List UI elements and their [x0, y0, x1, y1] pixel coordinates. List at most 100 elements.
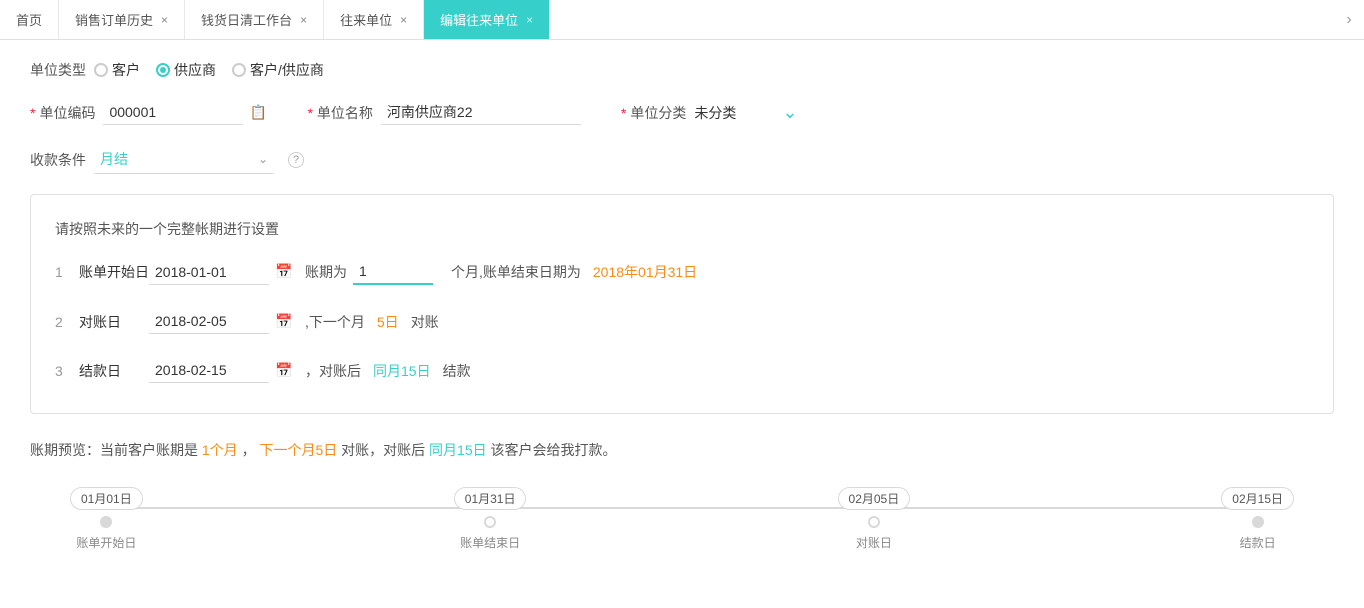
timeline-line [90, 507, 1274, 509]
timeline: 01月01日账单开始日 01月31日账单结束日 02月05日对账日 02月15日结款日 [30, 487, 1334, 551]
tab-sales-history[interactable]: 销售订单历史× [59, 0, 185, 39]
node-sub-label-2: 对账日 [856, 534, 892, 551]
unit-info-row: * 单位编码 📋 * 单位名称 * 单位分类 未分类 ⌄ [30, 100, 1334, 125]
node-badge-3: 02月15日 [1221, 487, 1294, 510]
unit-type-item: 单位类型 客户 供应商 客户/供应商 [30, 60, 324, 80]
period-row-1: 1 账单开始日 📅 账期为 个月,账单结束日期为 2018年01月31日 [55, 259, 1309, 285]
node-sub-label-3: 结款日 [1240, 534, 1276, 551]
period-row-2: 2 对账日 📅 ,下一个月 5日 对账 [55, 309, 1309, 334]
period-num-1: 1 [55, 264, 79, 280]
timeline-nodes: 01月01日账单开始日 01月31日账单结束日 02月05日对账日 02月15日结款日 [70, 487, 1294, 551]
radio-supplier[interactable]: 供应商 [156, 60, 216, 80]
unit-name-label: 单位名称 [317, 103, 373, 123]
calendar-icon-3[interactable]: 📅 [275, 362, 293, 380]
radio-label-supplier: 供应商 [174, 60, 216, 80]
node-sub-label-0: 账单开始日 [76, 534, 136, 551]
tab-close-sales-history[interactable]: × [161, 13, 168, 27]
period-row-3: 3 结款日 📅 ，对账后 同月15日 结款 [55, 358, 1309, 383]
radio-label-both: 客户/供应商 [250, 60, 324, 80]
tab-edit-partner[interactable]: 编辑往来单位× [424, 0, 550, 39]
node-circle-1 [484, 516, 496, 528]
unit-name-star: * [307, 105, 312, 121]
unit-type-radio-group: 客户 供应商 客户/供应商 [94, 60, 324, 80]
unit-code-input[interactable] [103, 100, 243, 125]
preview-sep2: 对账，对账后 [341, 442, 425, 458]
tab-more-button[interactable]: › [1334, 11, 1364, 29]
preview-sep1: ， [242, 442, 256, 458]
payment-cond-arrow-icon: ⌄ [258, 152, 268, 166]
unit-name-item: * 单位名称 [307, 100, 580, 125]
preview-suffix: 该客户会给我打款。 [491, 442, 617, 458]
payment-cond-row: 收款条件 月结 ⌄ ? [30, 145, 1334, 174]
period-num-2: 2 [55, 314, 79, 330]
period-end-date: 2018年01月31日 [593, 262, 697, 282]
unit-code-copy-icon[interactable]: 📋 [249, 104, 267, 122]
tab-cash-daily[interactable]: 钱货日清工作台× [185, 0, 324, 39]
unit-class-value: 未分类 [694, 103, 774, 123]
period-suffix-2c: 对账 [411, 312, 439, 332]
unit-code-item: * 单位编码 📋 [30, 100, 267, 125]
period-suffix-1a: 账期为 [305, 262, 347, 282]
period-card-title: 请按照未来的一个完整帐期进行设置 [55, 219, 1309, 239]
unit-class-label: 单位分类 [630, 103, 686, 123]
node-sub-label-1: 账单结束日 [460, 534, 520, 551]
main-content: 单位类型 客户 供应商 客户/供应商 * 单位编码 📋 * 单位名称 * 单位分类 … [0, 40, 1364, 608]
node-badge-1: 01月31日 [454, 487, 527, 510]
unit-class-dropdown-icon: ⌄ [782, 102, 797, 123]
period-date-input-3[interactable] [149, 358, 269, 383]
timeline-node-0: 01月01日账单开始日 [70, 487, 143, 551]
node-circle-0 [100, 516, 112, 528]
preview-part3: 同月15日 [429, 442, 487, 458]
calendar-icon-2[interactable]: 📅 [275, 313, 293, 331]
period-label-2: 对账日 [79, 312, 149, 332]
radio-both[interactable]: 客户/供应商 [232, 60, 324, 80]
unit-code-star: * [30, 105, 35, 121]
timeline-node-3: 02月15日结款日 [1221, 487, 1294, 551]
preview-text: 账期预览：当前客户账期是 1个月 ， 下一个月5日 对账，对账后 同月15日 该… [30, 438, 1334, 463]
period-suffix-3b: 同月15日 [373, 361, 431, 381]
period-suffix-3a: ，对账后 [305, 361, 361, 381]
unit-name-input[interactable] [381, 100, 581, 125]
unit-code-label: 单位编码 [39, 103, 95, 123]
radio-customer[interactable]: 客户 [94, 60, 140, 80]
payment-cond-select[interactable]: 月结 ⌄ [94, 145, 274, 174]
help-icon[interactable]: ? [288, 152, 304, 168]
period-card: 请按照未来的一个完整帐期进行设置 1 账单开始日 📅 账期为 个月,账单结束日期… [30, 194, 1334, 414]
timeline-node-1: 01月31日账单结束日 [454, 487, 527, 551]
period-label-3: 结款日 [79, 361, 149, 381]
radio-circle-supplier [156, 63, 170, 77]
unit-class-star: * [621, 105, 626, 121]
preview-part2: 下一个月5日 [259, 442, 337, 458]
node-circle-2 [868, 516, 880, 528]
period-suffix-3c: 结款 [443, 361, 471, 381]
preview-section: 账期预览：当前客户账期是 1个月 ， 下一个月5日 对账，对账后 同月15日 该… [30, 438, 1334, 551]
period-date-input-2[interactable] [149, 309, 269, 334]
tab-close-edit-partner[interactable]: × [526, 13, 533, 27]
period-date-input-1[interactable] [149, 260, 269, 285]
node-circle-3 [1252, 516, 1264, 528]
tab-bar: 首页销售订单历史×钱货日清工作台×往来单位×编辑往来单位× › [0, 0, 1364, 40]
period-suffix-2b: 5日 [377, 312, 399, 332]
period-suffix-2a: ,下一个月 [305, 312, 365, 332]
payment-cond-value: 月结 [100, 149, 258, 169]
node-badge-0: 01月01日 [70, 487, 143, 510]
period-num-3: 3 [55, 363, 79, 379]
unit-class-select[interactable]: 未分类 ⌄ [694, 102, 797, 123]
unit-type-label: 单位类型 [30, 60, 86, 80]
radio-label-customer: 客户 [112, 60, 140, 80]
payment-cond-label: 收款条件 [30, 150, 86, 170]
preview-part1: 1个月 [202, 442, 238, 458]
preview-label: 账期预览：当前客户账期是 [30, 442, 198, 458]
unit-class-item: * 单位分类 未分类 ⌄ [621, 102, 798, 123]
tab-home[interactable]: 首页 [0, 0, 59, 39]
unit-type-row: 单位类型 客户 供应商 客户/供应商 [30, 60, 1334, 80]
radio-circle-customer [94, 63, 108, 77]
timeline-node-2: 02月05日对账日 [838, 487, 911, 551]
period-label-1: 账单开始日 [79, 262, 149, 282]
tab-partner[interactable]: 往来单位× [324, 0, 424, 39]
tab-close-cash-daily[interactable]: × [300, 13, 307, 27]
period-period-num-input[interactable] [353, 259, 433, 285]
radio-circle-both [232, 63, 246, 77]
tab-close-partner[interactable]: × [400, 13, 407, 27]
calendar-icon-1[interactable]: 📅 [275, 263, 293, 281]
